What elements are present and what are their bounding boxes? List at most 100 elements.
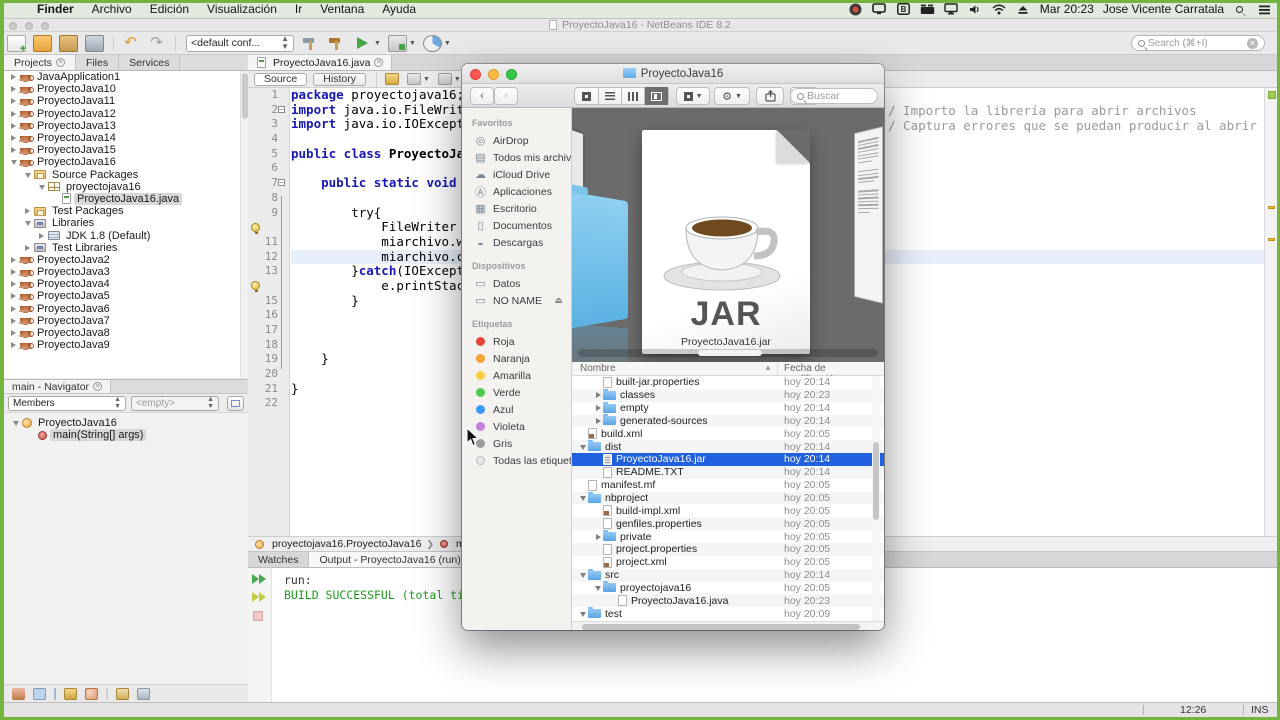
tree-item[interactable]: ProyectoJava2 <box>4 254 240 266</box>
finder-titlebar[interactable]: ProyectoJava16 <box>462 64 884 84</box>
gutter-line[interactable]: 19 <box>248 352 289 367</box>
expand-arrow-icon[interactable] <box>22 242 33 254</box>
gutter-line[interactable] <box>248 279 289 294</box>
coverflow-scrollbar[interactable] <box>578 349 878 357</box>
tree-item[interactable]: ProyectoJava16 <box>4 156 240 168</box>
run-dropdown-arrow[interactable]: ▼ <box>374 40 381 47</box>
build-project-button[interactable] <box>301 35 320 52</box>
gutter-line[interactable]: 6 <box>248 161 289 176</box>
back-button[interactable]: ‹ <box>470 87 494 105</box>
expand-arrow-icon[interactable] <box>22 205 33 217</box>
collapse-arrow-icon[interactable] <box>36 181 47 193</box>
finder-search-field[interactable]: Buscar <box>790 88 878 104</box>
close-icon[interactable]: ✕ <box>374 58 384 67</box>
menubar-clock[interactable]: Mar 20:23 <box>1040 2 1094 16</box>
expand-arrow-icon[interactable] <box>8 144 19 156</box>
gutter-line[interactable]: 16 <box>248 308 289 323</box>
gutter-line[interactable]: 20 <box>248 367 289 382</box>
new-project-button[interactable] <box>33 34 52 52</box>
tree-item[interactable]: main(String[] args) <box>4 429 248 442</box>
tree-item[interactable]: ProyectoJava11 <box>4 95 240 107</box>
expand-arrow-icon[interactable] <box>8 303 19 315</box>
tree-item[interactable]: ProyectoJava7 <box>4 315 240 327</box>
tree-item[interactable]: ProyectoJava15 <box>4 144 240 156</box>
menubar-user[interactable]: Jose Vicente Carratala <box>1103 2 1224 16</box>
tree-item[interactable]: ProyectoJava10 <box>4 83 240 95</box>
gutter-line[interactable]: 9 <box>248 206 289 221</box>
expand-arrow-icon[interactable] <box>8 339 19 351</box>
gutter-line[interactable]: 17 <box>248 323 289 338</box>
close-icon[interactable]: ✕ <box>93 382 103 391</box>
display-icon[interactable] <box>872 3 887 16</box>
coverflow-view-button[interactable] <box>644 87 668 105</box>
last-edit-icon[interactable] <box>384 73 399 85</box>
collapse-arrow-icon[interactable] <box>22 169 33 181</box>
finder-horizontal-scrollbar[interactable] <box>572 621 884 630</box>
profile-dropdown-arrow[interactable]: ▼ <box>444 40 451 47</box>
expand-arrow-icon[interactable] <box>8 132 19 144</box>
forward-dropdown-arrow[interactable]: ▼ <box>454 76 461 83</box>
column-view-button[interactable] <box>622 87 645 105</box>
menu-item-ventana[interactable]: Ventana <box>311 2 373 16</box>
file-row[interactable]: README.TXT hoy 20:14 <box>572 465 884 479</box>
file-row[interactable]: genfiles.properties hoy 20:05 <box>572 517 884 531</box>
tree-item[interactable]: ProyectoJava12 <box>4 108 240 120</box>
gutter-line[interactable]: 3 <box>248 117 289 132</box>
expand-arrow-icon[interactable] <box>8 108 19 120</box>
action-gear-button[interactable]: ⚙ ▼ <box>714 87 750 105</box>
arrange-menu-button[interactable]: ▼ <box>676 87 710 105</box>
gutter-line[interactable]: 5 <box>248 147 289 162</box>
undo-button[interactable]: ↶ <box>121 35 140 52</box>
expand-arrow-icon[interactable] <box>36 230 47 242</box>
source-view-button[interactable]: Source <box>254 72 308 86</box>
tree-item[interactable]: ProyectoJava16 <box>4 417 248 429</box>
gutter-line[interactable]: 22 <box>248 396 289 411</box>
spotlight-icon[interactable] <box>1233 3 1248 16</box>
file-row[interactable]: manifest.mf hoy 20:05 <box>572 479 884 492</box>
run-configuration-dropdown[interactable]: <default conf... ▲ ▼ <box>186 34 294 52</box>
sidebar-item-aplicaciones[interactable]: Ⓐ Aplicaciones <box>462 183 571 200</box>
back-dropdown-arrow[interactable]: ▼ <box>423 76 430 83</box>
expand-arrow-icon[interactable] <box>8 327 19 339</box>
tree-item[interactable]: ProyectoJava14 <box>4 132 240 144</box>
sidebar-item-datos[interactable]: ▭ Datos <box>462 275 571 292</box>
expand-arrow-icon[interactable] <box>8 266 19 278</box>
menu-item-visualización[interactable]: Visualización <box>198 2 286 16</box>
jar-file-preview[interactable]: JAR ProyectoJava16.jar <box>642 130 810 354</box>
expand-arrow-icon[interactable] <box>8 315 19 327</box>
coverflow-folder-item[interactable] <box>572 189 628 331</box>
tree-item[interactable]: Source Packages <box>4 169 240 181</box>
file-row[interactable]: ProyectoJava16.jar hoy 20:14 <box>572 453 884 466</box>
tab-projects[interactable]: Projects ✕ <box>4 55 76 70</box>
sidebar-item-todos-mis-archivos[interactable]: ▤ Todos mis archivos <box>462 149 571 166</box>
eject-icon[interactable] <box>1016 3 1031 16</box>
stop-button[interactable] <box>253 611 263 621</box>
tree-item[interactable]: ProyectoJava8 <box>4 327 240 339</box>
show-fields-icon[interactable] <box>33 687 46 700</box>
parallels-icon[interactable]: B <box>896 3 911 16</box>
expand-arrow-icon[interactable] <box>593 402 603 414</box>
show-inherited-members-icon[interactable] <box>12 687 25 700</box>
expand-arrow-icon[interactable] <box>593 415 603 427</box>
debug-dropdown-arrow[interactable]: ▼ <box>409 40 416 47</box>
tree-item[interactable]: JDK 1.8 (Default) <box>4 229 240 242</box>
gutter-line[interactable]: 21 <box>248 382 289 397</box>
gutter-line[interactable]: 18 <box>248 338 289 353</box>
file-row[interactable]: build-impl.xml hoy 20:05 <box>572 504 884 517</box>
tab-proyectojava16-java[interactable]: ProyectoJava16.java ✕ <box>248 55 393 70</box>
show-inner-classes-icon[interactable] <box>85 687 98 700</box>
close-icon[interactable]: ✕ <box>55 58 65 67</box>
forward-icon[interactable] <box>437 73 452 85</box>
list-view-button[interactable] <box>599 87 622 105</box>
collapse-arrow-icon[interactable] <box>10 417 21 429</box>
sidebar-item-descargas[interactable]: ◒ Descargas <box>462 234 571 251</box>
file-row[interactable]: private hoy 20:05 <box>572 530 884 543</box>
gutter-line[interactable]: 12 <box>248 250 289 265</box>
new-file-button[interactable] <box>7 34 26 55</box>
expand-arrow-icon[interactable] <box>8 254 19 266</box>
expand-arrow-icon[interactable] <box>8 95 19 107</box>
rerun-button[interactable] <box>252 573 267 586</box>
finder-vertical-scrollbar[interactable] <box>872 376 880 621</box>
forward-button[interactable]: › <box>494 87 518 105</box>
collapse-arrow-icon[interactable] <box>578 441 588 453</box>
